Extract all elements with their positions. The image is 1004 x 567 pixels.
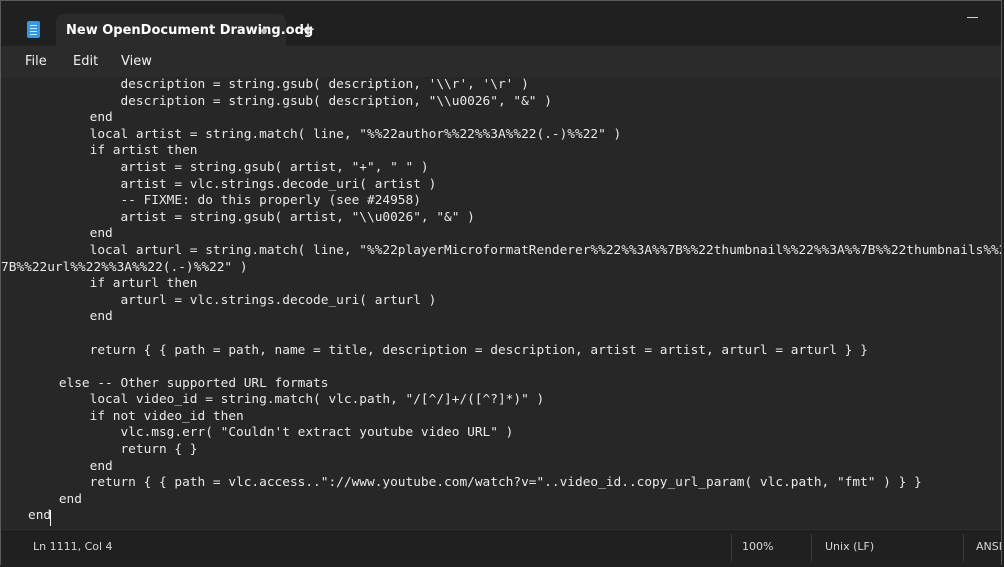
- code-line: return { }: [28, 442, 198, 458]
- tab-title: New OpenDocument Drawing.odg: [66, 23, 314, 38]
- minimize-button[interactable]: [963, 9, 983, 23]
- code-line: local video_id = string.match( vlc.path,…: [28, 392, 545, 408]
- code-line: artist = string.gsub( artist, "+", " " ): [28, 159, 429, 175]
- menu-edit[interactable]: Edit: [73, 54, 98, 69]
- text-cursor: [50, 510, 51, 526]
- code-line: return { { path = path, name = title, de…: [28, 342, 868, 358]
- code-line: if not video_id then: [28, 408, 244, 424]
- status-cursor-position: Ln 1111, Col 4: [33, 540, 113, 553]
- code-line-wrapped: 7B%%22url%%22%%3A%%22(.-)%%22" ): [1, 259, 248, 275]
- status-divider: [811, 534, 812, 562]
- status-divider: [731, 534, 732, 562]
- code-line: end: [28, 226, 113, 242]
- code-line: description = string.gsub( description, …: [28, 77, 529, 92]
- code-line: description = string.gsub( description, …: [28, 93, 552, 109]
- new-tab-button[interactable]: +: [299, 19, 317, 41]
- status-bar: Ln 1111, Col 4 100% Unix (LF) ANSI: [1, 529, 1002, 566]
- menu-bar: File Edit View: [1, 46, 1001, 77]
- code-text[interactable]: description = string.gsub( description, …: [1, 77, 1001, 525]
- notepad-window: New OpenDocument Drawing.odg + File Edit…: [0, 0, 1002, 566]
- code-line: if artist then: [28, 143, 198, 159]
- code-line: end: [28, 309, 113, 325]
- unsaved-dot-icon[interactable]: [261, 28, 267, 34]
- text-editor[interactable]: description = string.gsub( description, …: [1, 77, 1001, 529]
- status-line-ending[interactable]: Unix (LF): [825, 540, 874, 553]
- status-zoom[interactable]: 100%: [742, 540, 773, 553]
- code-line: -- FIXME: do this properly (see #24958): [28, 193, 421, 209]
- code-line: end: [28, 110, 113, 126]
- code-line: artist = string.gsub( artist, "\\u0026",…: [28, 209, 475, 225]
- code-line: artist = vlc.strings.decode_uri( artist …: [28, 176, 437, 192]
- code-line: if arturl then: [28, 276, 198, 292]
- code-line: return { { path = vlc.access.."://www.yo…: [28, 475, 922, 491]
- status-encoding[interactable]: ANSI: [976, 540, 1002, 553]
- code-line: local arturl = string.match( line, "%%22…: [28, 242, 1001, 258]
- code-line: end: [28, 458, 113, 474]
- menu-view[interactable]: View: [121, 54, 152, 69]
- status-divider: [963, 534, 964, 562]
- code-line: end: [28, 491, 82, 507]
- code-line: local artist = string.match( line, "%%22…: [28, 126, 622, 142]
- code-line: arturl = vlc.strings.decode_uri( arturl …: [28, 292, 437, 308]
- code-line: vlc.msg.err( "Couldn't extract youtube v…: [28, 425, 514, 441]
- code-line: end: [28, 508, 52, 524]
- menu-file[interactable]: File: [25, 54, 47, 69]
- tab-document[interactable]: New OpenDocument Drawing.odg: [56, 14, 313, 47]
- code-line: else -- Other supported URL formats: [28, 375, 329, 391]
- notepad-app-icon: [27, 21, 40, 38]
- title-bar: New OpenDocument Drawing.odg +: [1, 1, 1001, 47]
